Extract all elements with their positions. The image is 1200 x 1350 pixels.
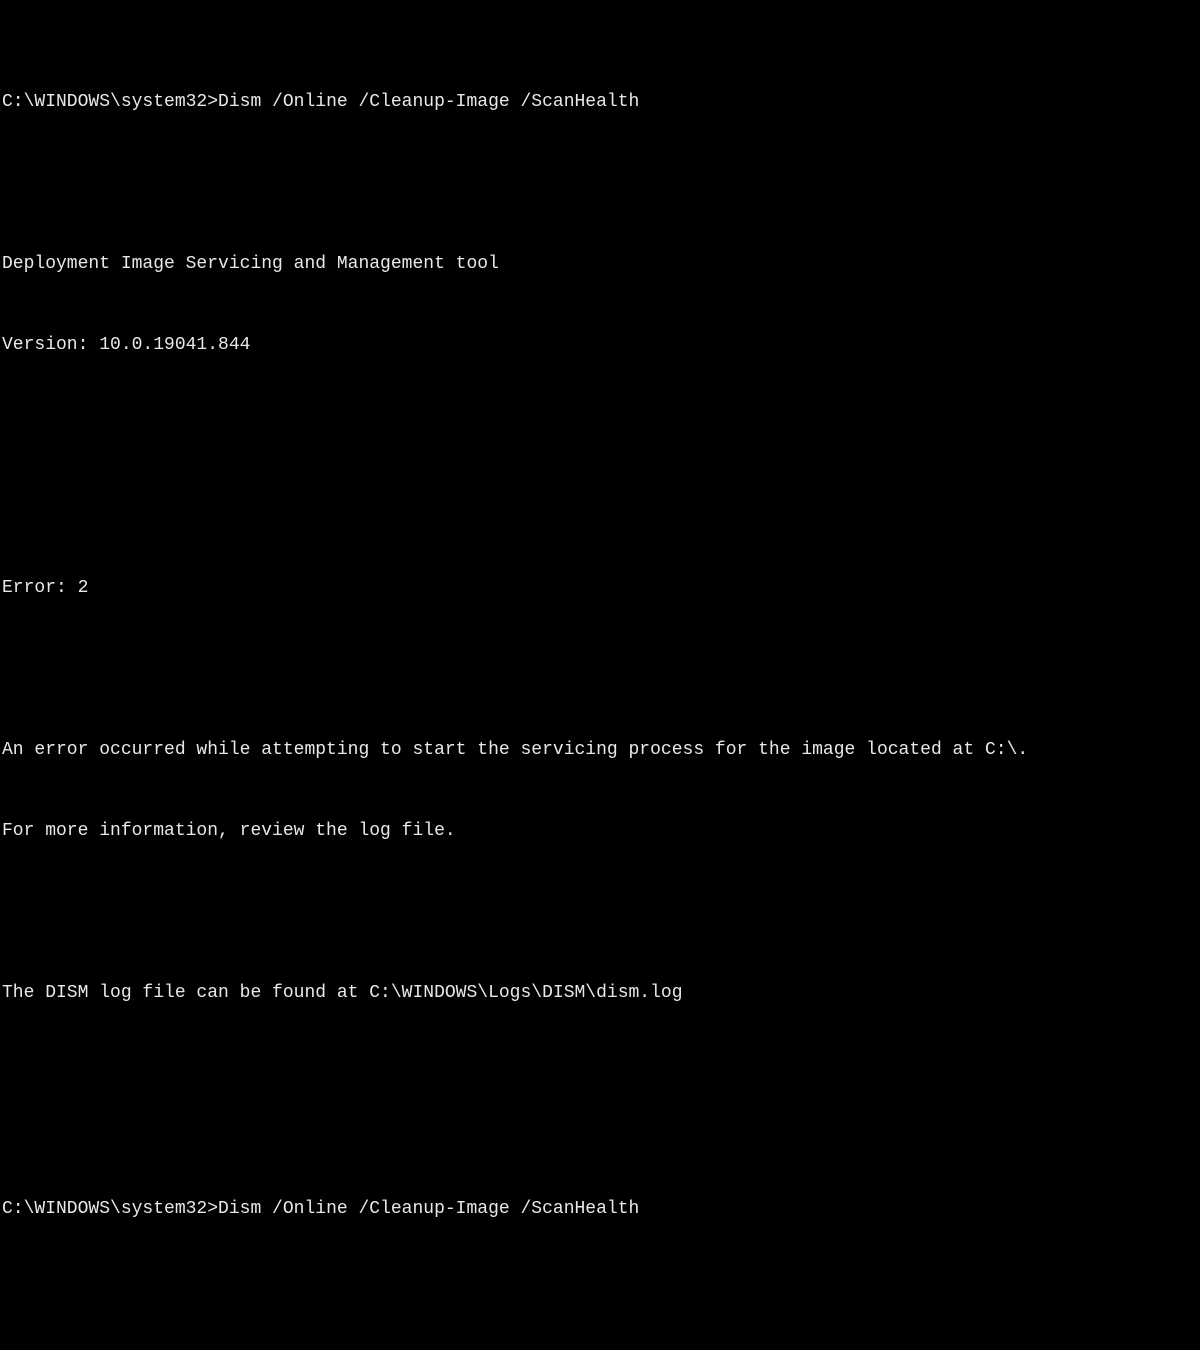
blank-line xyxy=(2,170,1200,197)
blank-line xyxy=(2,899,1200,926)
blank-line xyxy=(2,656,1200,683)
version-line: Version: 10.0.19041.844 xyxy=(2,332,1200,359)
blank-line xyxy=(2,494,1200,521)
log-location: The DISM log file can be found at C:\WIN… xyxy=(2,980,1200,1007)
blank-line xyxy=(2,1277,1200,1304)
terminal-output[interactable]: C:\WINDOWS\system32>Dism /Online /Cleanu… xyxy=(2,8,1200,1350)
tool-name: Deployment Image Servicing and Managemen… xyxy=(2,251,1200,278)
command-text: Dism /Online /Cleanup-Image /ScanHealth xyxy=(218,1196,639,1223)
prompt: C:\WINDOWS\system32> xyxy=(2,1196,218,1223)
error-message: An error occurred while attempting to st… xyxy=(2,737,1200,764)
command-line: C:\WINDOWS\system32>Dism /Online /Cleanu… xyxy=(2,89,1200,116)
blank-line xyxy=(2,1061,1200,1088)
command-line: C:\WINDOWS\system32>Dism /Online /Cleanu… xyxy=(2,1196,1200,1223)
prompt: C:\WINDOWS\system32> xyxy=(2,89,218,116)
error-message: For more information, review the log fil… xyxy=(2,818,1200,845)
blank-line xyxy=(2,413,1200,440)
error-code: Error: 2 xyxy=(2,575,1200,602)
command-text: Dism /Online /Cleanup-Image /ScanHealth xyxy=(218,89,639,116)
